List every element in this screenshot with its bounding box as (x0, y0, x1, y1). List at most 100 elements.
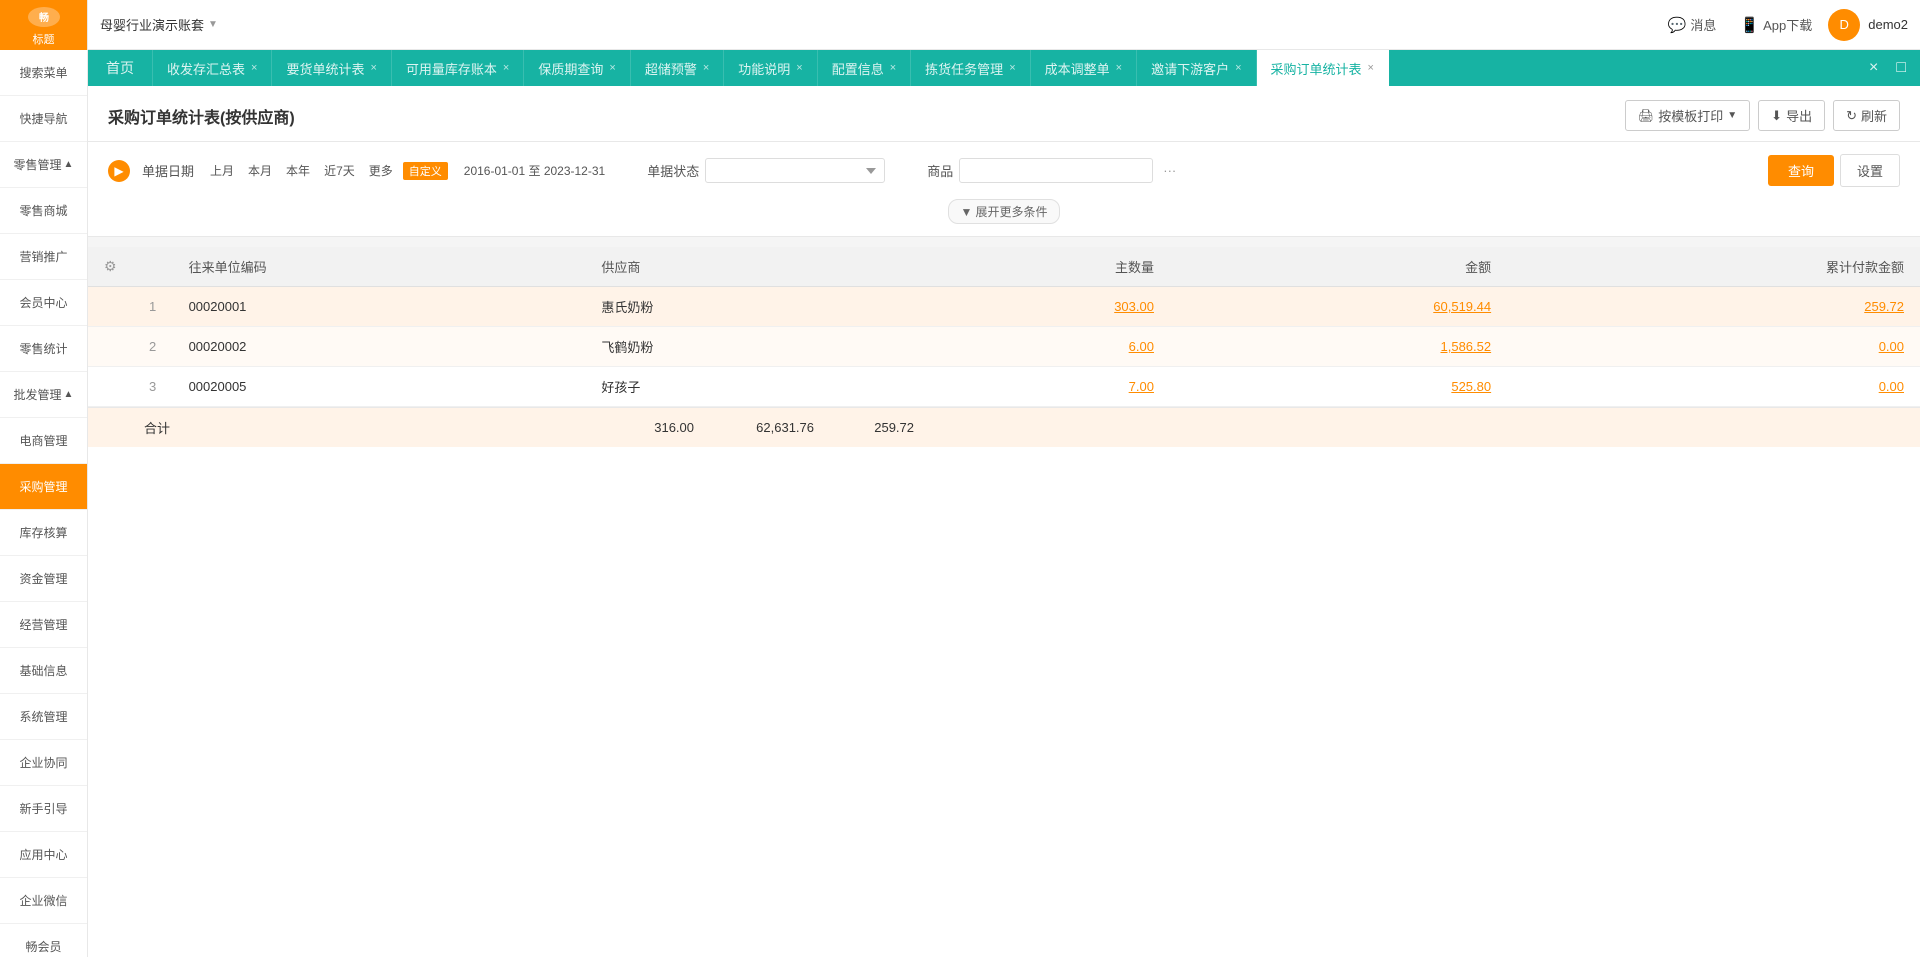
expand-button[interactable]: ▼ 展开更多条件 (948, 199, 1061, 224)
sidebar-item-ops[interactable]: 经营管理 (0, 602, 87, 648)
export-label: 导出 (1786, 106, 1812, 125)
workspace-selector[interactable]: 母婴行业演示账套 ▼ (100, 15, 218, 34)
row-amount[interactable]: 525.80 (1170, 367, 1507, 407)
tab-close-icon[interactable]: × (370, 62, 376, 74)
tab-close-icon[interactable]: × (890, 62, 896, 74)
settings-button[interactable]: 设置 (1840, 154, 1900, 187)
goods-filter-wrap: 商品 ··· (927, 158, 1176, 183)
page-header: 采购订单统计表(按供应商) 🖨 按模板打印 ▼ ⬇ 导出 ↻ 刷新 (88, 86, 1920, 142)
row-supplier: 好孩子 (585, 367, 900, 407)
col-settings-header: ⚙ (88, 247, 133, 287)
sidebar: 畅 标题 搜索菜单 快捷导航 零售管理 ▲ 零售商城 营销推广 会员中心 零售统… (0, 0, 88, 957)
tab-close-icon[interactable]: × (1009, 62, 1015, 74)
sidebar-item-retail-mall[interactable]: 零售商城 (0, 188, 87, 234)
sidebar-item-system[interactable]: 系统管理 (0, 694, 87, 740)
row-paid[interactable]: 0.00 (1507, 367, 1920, 407)
sidebar-item-basic[interactable]: 基础信息 (0, 648, 87, 694)
row-amount[interactable]: 1,586.52 (1170, 327, 1507, 367)
shortcut-this-year[interactable]: 本年 (282, 160, 314, 181)
sidebar-item-newbie[interactable]: 新手引导 (0, 786, 87, 832)
tab-close-icon[interactable]: × (503, 62, 509, 74)
tab-order-summary[interactable]: 要货单统计表 × (272, 50, 391, 86)
row-quantity[interactable]: 7.00 (901, 367, 1170, 407)
tab-home[interactable]: 首页 (88, 50, 153, 86)
sidebar-item-finance[interactable]: 资金管理 (0, 556, 87, 602)
tab-config-info[interactable]: 配置信息 × (818, 50, 911, 86)
tab-receive-summary[interactable]: 收发存汇总表 × (153, 50, 272, 86)
custom-date-badge[interactable]: 自定义 (403, 162, 448, 180)
row-paid[interactable]: 0.00 (1507, 327, 1920, 367)
footer-quantity: 316.00 (594, 420, 694, 435)
refresh-button[interactable]: ↻ 刷新 (1833, 100, 1900, 131)
username-label[interactable]: demo2 (1868, 17, 1908, 32)
sidebar-item-wholesale[interactable]: 批发管理 ▲ (0, 372, 87, 418)
status-select[interactable] (705, 158, 885, 183)
tab-shelf-life[interactable]: 保质期查询 × (524, 50, 630, 86)
sidebar-item-retail-stat[interactable]: 零售统计 (0, 326, 87, 372)
tab-close-icon[interactable]: × (1235, 62, 1241, 74)
date-range-display: 2016-01-01 至 2023-12-31 (464, 162, 605, 179)
sidebar-item-marketing[interactable]: 营销推广 (0, 234, 87, 280)
settings-icon[interactable]: ⚙ (104, 258, 117, 274)
tab-cost-adjust[interactable]: 成本调整单 × (1031, 50, 1137, 86)
sidebar-item-label: 企业协同 (19, 754, 67, 771)
row-paid[interactable]: 259.72 (1507, 287, 1920, 327)
sidebar-item-quick-nav[interactable]: 快捷导航 (0, 96, 87, 142)
shortcut-7days[interactable]: 近7天 (320, 160, 359, 181)
app-download-button[interactable]: 📱 App下载 (1732, 11, 1820, 38)
shortcut-this-month[interactable]: 本月 (244, 160, 276, 181)
maximize-button[interactable]: □ (1890, 57, 1912, 79)
tab-function-desc[interactable]: 功能说明 × (724, 50, 817, 86)
shortcut-last-month[interactable]: 上月 (206, 160, 238, 181)
tab-close-icon[interactable]: × (251, 62, 257, 74)
table-row[interactable]: 2 00020002 飞鹤奶粉 6.00 1,586.52 0.00 (88, 327, 1920, 367)
tab-home-label: 首页 (106, 58, 134, 78)
goods-input[interactable] (959, 158, 1153, 183)
avatar[interactable]: D (1828, 9, 1860, 41)
tab-available-inventory[interactable]: 可用量库存账本 × (392, 50, 524, 86)
filter-toggle-button[interactable]: ▶ (108, 160, 130, 182)
tab-label: 功能说明 (738, 59, 790, 78)
download-icon: 📱 (1740, 16, 1759, 34)
sidebar-item-member[interactable]: 会员中心 (0, 280, 87, 326)
export-button[interactable]: ⬇ 导出 (1758, 100, 1825, 131)
search-button[interactable]: 查询 (1768, 155, 1834, 186)
page-actions: 🖨 按模板打印 ▼ ⬇ 导出 ↻ 刷新 (1625, 100, 1900, 131)
table-row[interactable]: 3 00020005 好孩子 7.00 525.80 0.00 (88, 367, 1920, 407)
tab-close-icon[interactable]: × (1116, 62, 1122, 74)
goods-more-icon[interactable]: ··· (1163, 163, 1176, 178)
sidebar-item-purchase[interactable]: 采购管理 (0, 464, 87, 510)
tab-invite-downstream[interactable]: 邀请下游客户 × (1137, 50, 1256, 86)
sidebar-item-label: 会员中心 (19, 294, 67, 311)
row-amount[interactable]: 60,519.44 (1170, 287, 1507, 327)
sidebar-item-ecom[interactable]: 电商管理 (0, 418, 87, 464)
row-quantity[interactable]: 6.00 (901, 327, 1170, 367)
sidebar-item-corp-wechat[interactable]: 企业微信 (0, 878, 87, 924)
sidebar-item-search[interactable]: 搜索菜单 (0, 50, 87, 96)
sidebar-item-apps[interactable]: 应用中心 (0, 832, 87, 878)
content-area: 采购订单统计表(按供应商) 🖨 按模板打印 ▼ ⬇ 导出 ↻ 刷新 (88, 86, 1920, 957)
tab-close-icon[interactable]: × (1368, 62, 1374, 74)
sidebar-item-label: 系统管理 (19, 708, 67, 725)
tab-close-icon[interactable]: × (796, 62, 802, 74)
close-tab-button[interactable]: × (1863, 57, 1884, 79)
tab-purchase-stat[interactable]: 采购订单统计表 × (1257, 50, 1389, 86)
row-settings-cell (88, 287, 133, 327)
row-quantity[interactable]: 303.00 (901, 287, 1170, 327)
sidebar-item-label: 电商管理 (19, 432, 67, 449)
sidebar-item-enterprise[interactable]: 企业协同 (0, 740, 87, 786)
message-label: 消息 (1690, 15, 1716, 34)
sidebar-item-inventory[interactable]: 库存核算 (0, 510, 87, 556)
table-row[interactable]: 1 00020001 惠氏奶粉 303.00 60,519.44 259.72 (88, 287, 1920, 327)
print-button[interactable]: 🖨 按模板打印 ▼ (1625, 100, 1750, 131)
tab-close-icon[interactable]: × (703, 62, 709, 74)
date-shortcuts: 上月 本月 本年 近7天 更多 自定义 (206, 160, 448, 181)
tab-close-icon[interactable]: × (609, 62, 615, 74)
tab-overstock-warning[interactable]: 超储预警 × (631, 50, 724, 86)
shortcut-more[interactable]: 更多 (365, 160, 397, 181)
tab-pickup-task[interactable]: 拣货任务管理 × (911, 50, 1030, 86)
filter-area: ▶ 单据日期 上月 本月 本年 近7天 更多 自定义 2016-01-01 至 … (88, 142, 1920, 237)
message-button[interactable]: 💬 消息 (1660, 11, 1725, 38)
sidebar-item-retail[interactable]: 零售管理 ▲ (0, 142, 87, 188)
sidebar-item-vip[interactable]: 畅会员 (0, 924, 87, 957)
